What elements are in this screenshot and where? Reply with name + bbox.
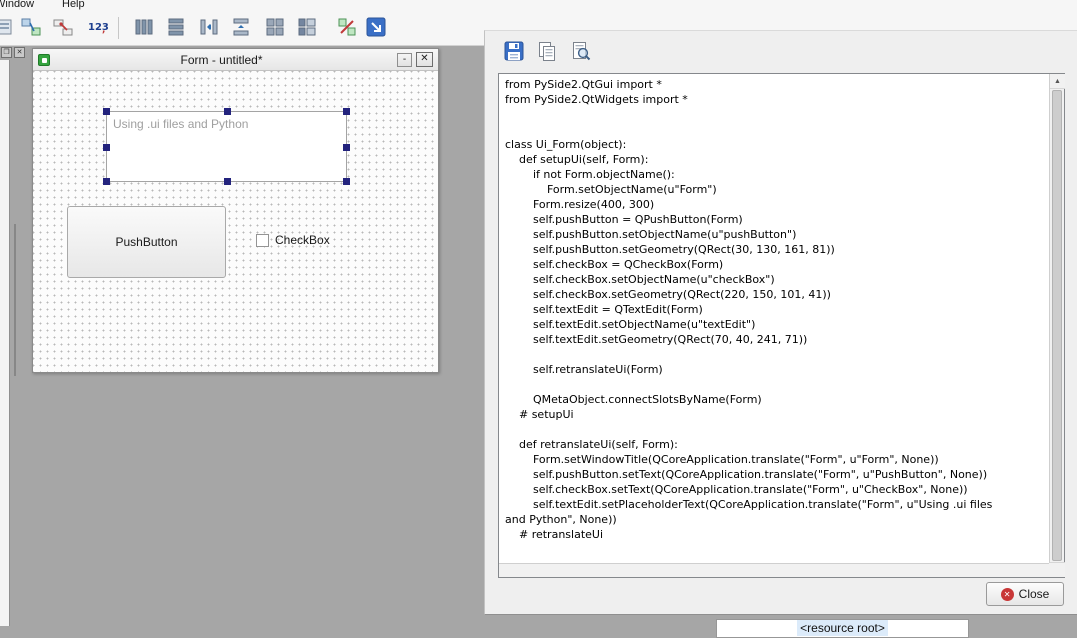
resize-handle-top-left[interactable] — [103, 108, 110, 115]
svg-text:,: , — [102, 25, 105, 35]
textedit-widget[interactable]: Using .ui files and Python — [106, 111, 347, 182]
resize-handle-top-middle[interactable] — [224, 108, 231, 115]
copy-icon[interactable] — [534, 38, 560, 64]
layout-grid-icon[interactable] — [262, 14, 288, 40]
close-circle-icon: ✕ — [1001, 588, 1014, 601]
designer-form-window: Form - untitled* - ✕ Using .ui files and… — [32, 48, 439, 373]
vertical-scrollbar[interactable]: ▲ ▼ — [1049, 74, 1064, 577]
resize-handle-bottom-middle[interactable] — [224, 178, 231, 185]
code-editor[interactable]: from PySide2.QtGui import * from PySide2… — [498, 73, 1065, 578]
horizontal-scrollbar[interactable] — [499, 563, 1049, 577]
dock-splitter-handle[interactable] — [14, 224, 16, 376]
form-minimize-button[interactable]: - — [397, 53, 412, 67]
textedit-placeholder: Using .ui files and Python — [113, 117, 248, 131]
resource-browser[interactable]: <resource root> — [716, 619, 969, 638]
checkbox-indicator[interactable] — [256, 234, 269, 247]
checkbox-widget[interactable]: CheckBox — [256, 233, 330, 247]
resize-handle-bottom-right[interactable] — [343, 178, 350, 185]
layout-horizontal-icon[interactable] — [131, 14, 157, 40]
break-layout-icon[interactable] — [334, 14, 360, 40]
layout-vertical-splitter-icon[interactable] — [228, 14, 254, 40]
resize-handle-middle-right[interactable] — [343, 144, 350, 151]
edit-widgets-icon[interactable] — [0, 14, 17, 40]
mdi-area: ❐ ✕ Form - untitled* - ✕ Using .ui files… — [0, 46, 484, 638]
edit-signals-slots-icon[interactable] — [18, 14, 44, 40]
adjust-size-icon[interactable] — [363, 14, 389, 40]
layout-form-icon[interactable] — [294, 14, 320, 40]
edit-buddies-icon[interactable] — [50, 14, 76, 40]
resize-handle-bottom-left[interactable] — [103, 178, 110, 185]
menu-item-help[interactable]: Help — [62, 0, 85, 11]
form-window-icon — [38, 54, 50, 66]
resource-root-item[interactable]: <resource root> — [797, 620, 888, 636]
close-button[interactable]: ✕ Close — [986, 582, 1064, 606]
qt-designer-window: Window Help 123, — [0, 0, 1077, 638]
layout-horizontal-splitter-icon[interactable] — [196, 14, 222, 40]
resize-handle-middle-left[interactable] — [103, 144, 110, 151]
bottom-dock-strip: <resource root> — [484, 615, 1077, 638]
generated-code[interactable]: from PySide2.QtGui import * from PySide2… — [499, 74, 1049, 563]
code-preview-panel: from PySide2.QtGui import * from PySide2… — [484, 30, 1077, 615]
edit-tab-order-icon[interactable]: 123, — [84, 14, 110, 40]
menu-bar: Window Help — [0, 0, 1077, 11]
form-title: Form - untitled* — [50, 53, 393, 67]
checkbox-label: CheckBox — [275, 233, 330, 247]
pushbutton-widget[interactable]: PushButton — [67, 206, 226, 278]
scroll-up-icon[interactable]: ▲ — [1050, 74, 1065, 89]
menu-item-window[interactable]: Window — [0, 0, 34, 11]
vertical-scrollbar-thumb[interactable] — [1052, 90, 1062, 561]
form-canvas[interactable]: Using .ui files and Python PushButton Ch… — [33, 71, 438, 372]
dock-float-icon[interactable]: ❐ — [1, 47, 12, 58]
find-icon[interactable] — [568, 38, 594, 64]
scrollbar-corner — [1049, 563, 1064, 577]
layout-vertical-icon[interactable] — [163, 14, 189, 40]
dock-close-icon[interactable]: ✕ — [14, 47, 25, 58]
close-button-label: Close — [1019, 587, 1050, 601]
form-close-button[interactable]: ✕ — [416, 52, 433, 67]
toolbar-separator — [118, 17, 119, 39]
collapsed-dock-strip — [0, 60, 10, 626]
resize-handle-top-right[interactable] — [343, 108, 350, 115]
form-titlebar[interactable]: Form - untitled* - ✕ — [33, 49, 438, 71]
save-icon[interactable] — [501, 38, 527, 64]
